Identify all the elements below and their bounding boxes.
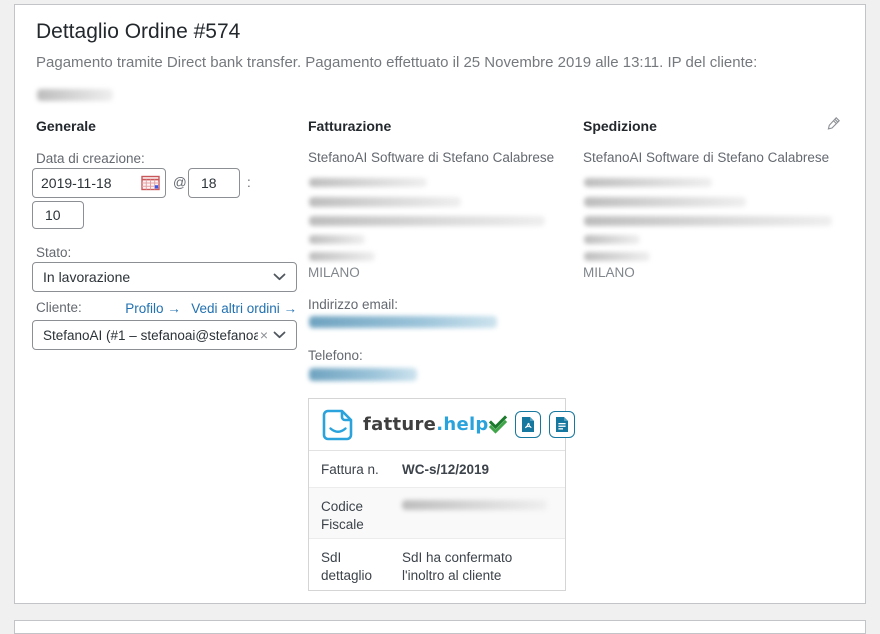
billing-email-label: Indirizzo email: — [308, 297, 399, 312]
brand-name: fatture.help — [363, 414, 489, 435]
redacted-email-link[interactable] — [309, 316, 497, 328]
billing-phone-label: Telefono: — [308, 348, 363, 363]
redacted-billing-line — [309, 197, 461, 207]
status-select[interactable]: In lavorazione — [32, 262, 297, 292]
shipping-company: StefanoAI Software di Stefano Calabrese — [583, 150, 830, 165]
minute-input[interactable] — [32, 201, 84, 229]
redacted-billing-line — [309, 235, 365, 244]
redacted-shipping-line — [584, 197, 746, 207]
redacted-shipping-line — [584, 216, 832, 226]
brand-text: fatture — [363, 414, 437, 435]
redacted-billing-line — [309, 252, 375, 261]
customer-select[interactable]: StefanoAI (#1 – stefanoai@stefanoa... × — [32, 320, 297, 350]
pdf-file-icon — [521, 417, 534, 432]
download-pdf-button[interactable] — [514, 411, 541, 438]
sdi-detail-row: SdI dettaglio SdI ha confermato l'inoltr… — [309, 539, 565, 591]
order-detail-page: { "header": { "title": "Dettaglio Ordine… — [0, 0, 880, 634]
sdi-detail-value: SdI ha confermato l'inoltro al cliente — [402, 550, 513, 584]
hour-input[interactable] — [188, 168, 240, 198]
chevron-down-icon — [273, 273, 286, 281]
redacted-phone-link[interactable] — [309, 368, 417, 381]
clear-selection-icon[interactable]: × — [260, 327, 268, 343]
datepicker-calendar-icon[interactable] — [141, 175, 160, 191]
customer-chevron-down-icon — [273, 331, 286, 339]
profile-link[interactable]: Profilo → — [125, 301, 181, 316]
invoice-widget-header: fatture.help — [309, 399, 575, 451]
page-title: Dettaglio Ordine #574 — [36, 20, 241, 43]
redacted-shipping-line — [584, 252, 650, 261]
brand-suffix-text: .help — [436, 414, 489, 435]
status-label: Stato: — [36, 245, 72, 260]
customer-row: Cliente: Profilo → Vedi altri ordini → — [36, 300, 297, 318]
next-panel — [14, 620, 866, 634]
invoice-number-label: Fattura n. — [321, 462, 379, 477]
invoice-number-row: Fattura n. WC-s/12/2019 — [309, 451, 565, 488]
redacted-billing-line — [309, 216, 545, 226]
view-other-orders-link[interactable]: Vedi altri ordini → — [191, 301, 297, 316]
general-heading: Generale — [36, 118, 96, 134]
redacted-billing-line — [309, 178, 427, 187]
status-select-value: In lavorazione — [43, 269, 131, 285]
redacted-shipping-line — [584, 178, 712, 187]
billing-company: StefanoAI Software di Stefano Calabrese — [308, 150, 555, 165]
customer-label: Cliente: — [36, 300, 82, 315]
view-invoice-button[interactable] — [548, 411, 575, 438]
shipping-city: MILANO — [583, 265, 635, 280]
pencil-icon — [827, 117, 840, 130]
redacted-fiscal-code — [402, 500, 547, 510]
order-panel: Dettaglio Ordine #574 Pagamento tramite … — [14, 4, 866, 604]
order-note: Pagamento tramite Direct bank transfer. … — [36, 54, 758, 71]
sdi-detail-label: SdI dettaglio — [321, 550, 373, 584]
at-separator: @ — [173, 175, 187, 190]
fatture-help-logo-icon — [320, 407, 356, 443]
created-date-label: Data di creazione: — [36, 151, 145, 166]
time-colon: : — [247, 175, 251, 190]
redacted-customer-ip — [37, 89, 113, 101]
billing-city: MILANO — [308, 265, 360, 280]
invoice-widget: fatture.help Fattura n. WC-s/12/2019 Cod… — [308, 398, 575, 591]
redacted-shipping-line — [584, 235, 640, 244]
invoice-confirmed-check-icon — [488, 415, 507, 434]
shipping-heading: Spedizione — [583, 118, 657, 134]
fiscal-code-label: Codice Fiscale — [321, 499, 364, 533]
document-icon — [555, 417, 568, 432]
invoice-number-value: WC-s/12/2019 — [402, 462, 490, 477]
fiscal-code-row: Codice Fiscale — [309, 488, 565, 539]
customer-select-value: StefanoAI (#1 – stefanoai@stefanoa... — [43, 327, 258, 343]
fiscal-code-value — [392, 488, 565, 538]
date-field-wrap — [32, 168, 166, 198]
edit-address-button[interactable] — [827, 116, 841, 135]
billing-heading: Fatturazione — [308, 118, 392, 134]
